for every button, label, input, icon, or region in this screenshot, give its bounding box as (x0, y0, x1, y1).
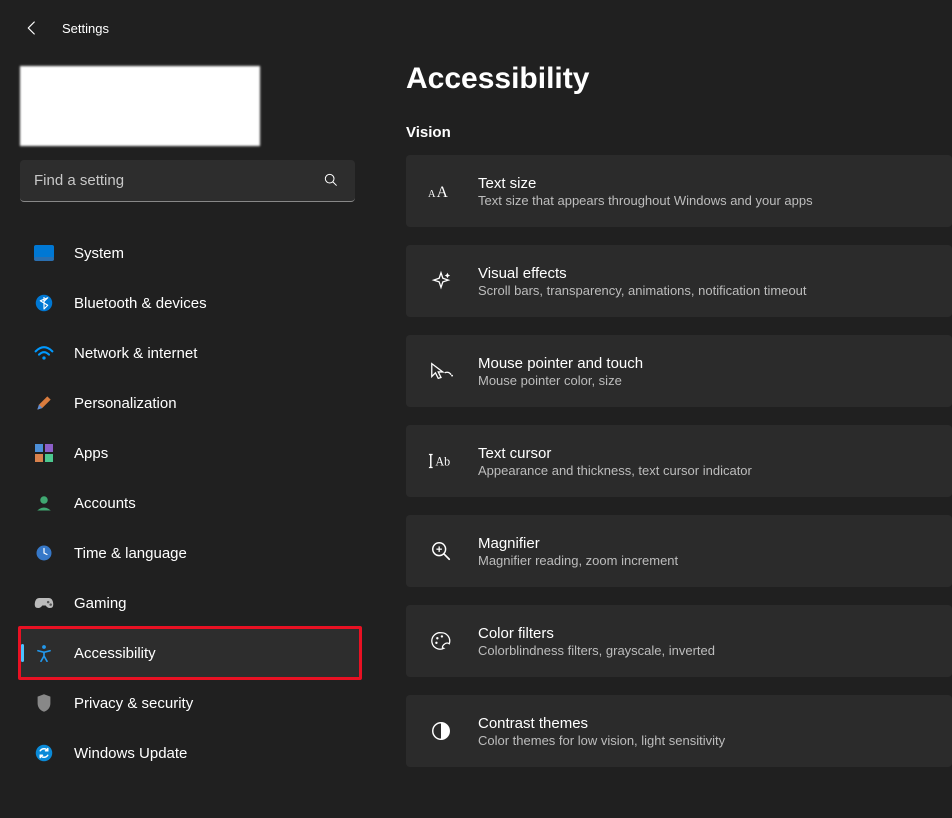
bluetooth-icon (34, 293, 54, 313)
svg-text:A: A (428, 189, 436, 200)
sidebar-item-label: Gaming (74, 595, 127, 612)
tile-subtitle: Mouse pointer color, size (478, 373, 643, 388)
apps-icon (34, 443, 54, 463)
tile-mouse-pointer[interactable]: Mouse pointer and touch Mouse pointer co… (406, 335, 952, 407)
sidebar-item-label: Accounts (74, 495, 136, 512)
sidebar-item-personalization[interactable]: Personalization (20, 378, 360, 428)
sidebar-item-bluetooth[interactable]: Bluetooth & devices (20, 278, 360, 328)
shield-icon (34, 693, 54, 713)
tile-title: Visual effects (478, 265, 807, 282)
sidebar-item-label: Apps (74, 445, 108, 462)
tile-subtitle: Colorblindness filters, grayscale, inver… (478, 643, 715, 658)
tile-title: Text size (478, 175, 813, 192)
tile-subtitle: Appearance and thickness, text cursor in… (478, 463, 752, 478)
tile-subtitle: Color themes for low vision, light sensi… (478, 733, 725, 748)
sidebar-item-label: Accessibility (74, 645, 156, 662)
sidebar-item-accounts[interactable]: Accounts (20, 478, 360, 528)
svg-text:Ab: Ab (435, 455, 450, 469)
tile-contrast-themes[interactable]: Contrast themes Color themes for low vis… (406, 695, 952, 767)
tile-title: Mouse pointer and touch (478, 355, 643, 372)
page-title: Accessibility (406, 62, 952, 96)
sidebar-item-system[interactable]: System (20, 228, 360, 278)
sidebar-item-label: Time & language (74, 545, 187, 562)
text-size-icon: AA (428, 178, 454, 204)
sidebar-item-label: Bluetooth & devices (74, 295, 207, 312)
magnifier-icon (428, 538, 454, 564)
tile-subtitle: Scroll bars, transparency, animations, n… (478, 283, 807, 298)
tile-text-size[interactable]: AA Text size Text size that appears thro… (406, 155, 952, 227)
main-content: Accessibility Vision AA Text size Text s… (380, 48, 952, 818)
tile-subtitle: Text size that appears throughout Window… (478, 193, 813, 208)
sidebar-item-accessibility[interactable]: Accessibility (20, 628, 360, 678)
sidebar-nav: System Bluetooth & devices Network & int… (20, 228, 360, 778)
clock-globe-icon (34, 543, 54, 563)
tile-magnifier[interactable]: Magnifier Magnifier reading, zoom increm… (406, 515, 952, 587)
back-button[interactable] (22, 18, 42, 38)
wifi-icon (34, 343, 54, 363)
arrow-left-icon (23, 19, 41, 37)
sidebar-item-label: Windows Update (74, 745, 187, 762)
paintbrush-icon (34, 393, 54, 413)
tile-title: Text cursor (478, 445, 752, 462)
monitor-icon (34, 243, 54, 263)
search-wrap (20, 160, 355, 202)
tile-title: Magnifier (478, 535, 678, 552)
accessibility-icon (34, 643, 54, 663)
sidebar-item-network[interactable]: Network & internet (20, 328, 360, 378)
sync-icon (34, 743, 54, 763)
tile-visual-effects[interactable]: Visual effects Scroll bars, transparency… (406, 245, 952, 317)
tile-text-cursor[interactable]: Ab Text cursor Appearance and thickness,… (406, 425, 952, 497)
sidebar-item-label: Privacy & security (74, 695, 193, 712)
sidebar-item-gaming[interactable]: Gaming (20, 578, 360, 628)
sidebar-item-label: Personalization (74, 395, 177, 412)
svg-text:A: A (437, 184, 449, 201)
palette-icon (428, 628, 454, 654)
sidebar-item-time[interactable]: Time & language (20, 528, 360, 578)
tile-color-filters[interactable]: Color filters Colorblindness filters, gr… (406, 605, 952, 677)
text-cursor-icon: Ab (428, 448, 454, 474)
sidebar-item-apps[interactable]: Apps (20, 428, 360, 478)
sidebar-item-privacy[interactable]: Privacy & security (20, 678, 360, 728)
tile-title: Contrast themes (478, 715, 725, 732)
gamepad-icon (34, 593, 54, 613)
person-icon (34, 493, 54, 513)
sidebar-item-label: Network & internet (74, 345, 197, 362)
settings-tiles: AA Text size Text size that appears thro… (406, 155, 952, 781)
sidebar-item-update[interactable]: Windows Update (20, 728, 360, 778)
section-title: Vision (406, 124, 952, 141)
window-header: Settings (0, 0, 952, 48)
contrast-icon (428, 718, 454, 744)
user-profile-block[interactable] (20, 66, 260, 146)
mouse-pointer-icon (428, 358, 454, 384)
app-title: Settings (62, 21, 109, 36)
tile-subtitle: Magnifier reading, zoom increment (478, 553, 678, 568)
sidebar-item-label: System (74, 245, 124, 262)
sidebar: System Bluetooth & devices Network & int… (0, 48, 380, 818)
search-input[interactable] (20, 160, 355, 202)
tile-title: Color filters (478, 625, 715, 642)
sparkle-icon (428, 268, 454, 294)
